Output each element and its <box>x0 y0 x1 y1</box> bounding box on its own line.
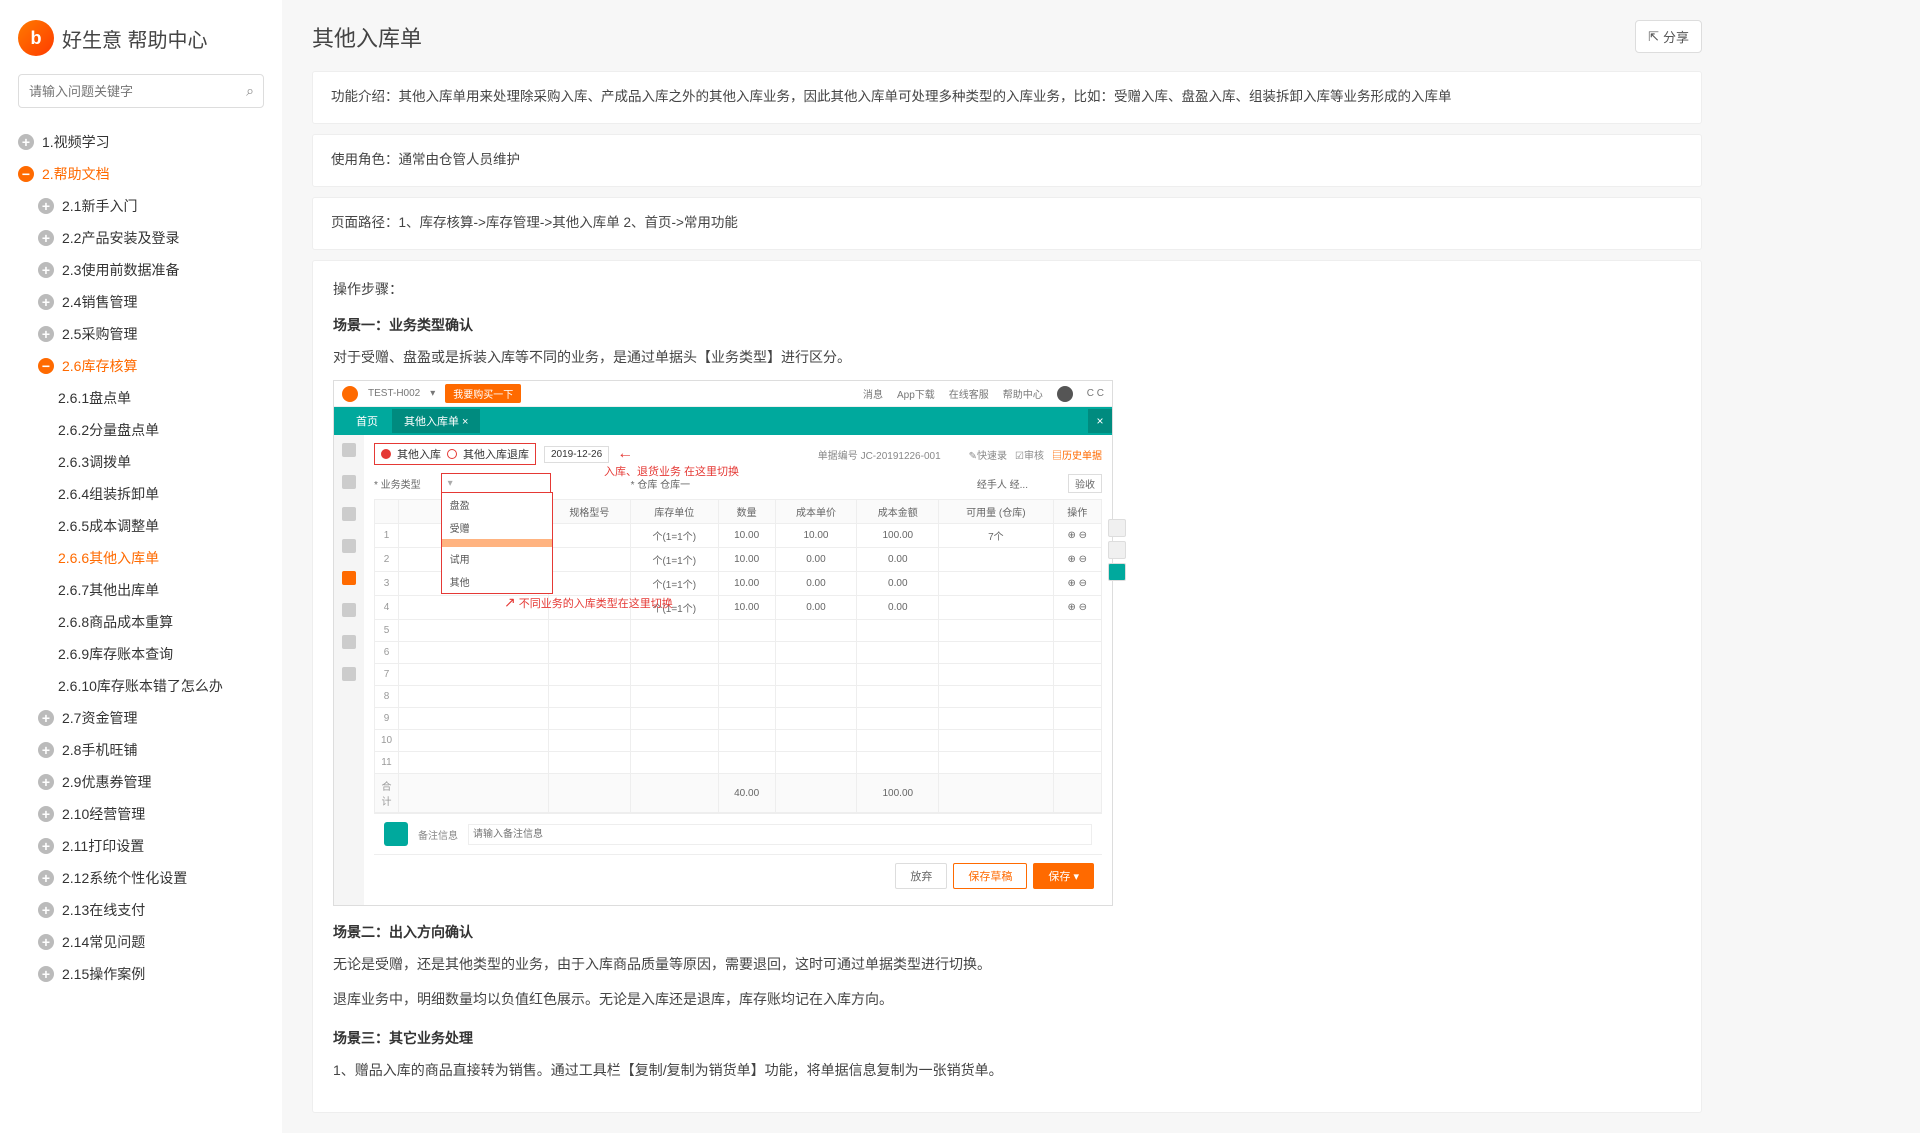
scene3-title: 场景三：其它业务处理 <box>333 1028 1681 1048</box>
nav: +1.视频学习 −2.帮助文档 +2.1新手入门 +2.2产品安装及登录 +2.… <box>18 126 264 990</box>
table-row: 10 <box>375 730 1102 752</box>
rail-icon-active <box>342 571 356 585</box>
nav-2-14[interactable]: +2.14常见问题 <box>18 926 264 958</box>
close-icon: × <box>1088 409 1112 433</box>
radio-icon <box>447 449 457 459</box>
scene2-body1: 无论是受赠，还是其他类型的业务，由于入库商品质量等原因，需要退回，这时可通过单据… <box>333 952 1681 977</box>
nav-2-6-4[interactable]: 2.6.4组装拆卸单 <box>18 478 264 510</box>
arrow-icon: ← <box>617 445 633 463</box>
nav-2-6-2[interactable]: 2.6.2分量盘点单 <box>18 414 264 446</box>
nav-2-6-10[interactable]: 2.6.10库存账本错了怎么办 <box>18 670 264 702</box>
logo-icon: b <box>18 20 54 56</box>
page-title: 其他入库单 <box>312 21 422 53</box>
nav-2-6-6[interactable]: 2.6.6其他入库单 <box>18 542 264 574</box>
nav-2-5[interactable]: +2.5采购管理 <box>18 318 264 350</box>
rail-icon <box>342 507 356 521</box>
table-row: 9 <box>375 708 1102 730</box>
nav-2-6-3[interactable]: 2.6.3调拨单 <box>18 446 264 478</box>
nav-help-docs[interactable]: −2.帮助文档 <box>18 158 264 190</box>
nav-2-6-1[interactable]: 2.6.1盘点单 <box>18 382 264 414</box>
draft-button: 保存草稿 <box>953 863 1027 889</box>
intro-box: 功能介绍：其他入库单用来处理除采购入库、产成品入库之外的其他入库业务，因此其他入… <box>312 71 1702 124</box>
table-row: 5 <box>375 620 1102 642</box>
sidebar: b 好生意 帮助中心 ⌕ +1.视频学习 −2.帮助文档 +2.1新手入门 +2… <box>0 0 282 1133</box>
table-row: 4个(1=1个)10.000.000.00⊕ ⊖ <box>375 596 1102 620</box>
content: 操作步骤： 场景一：业务类型确认 对于受赠、盘盈或是拆装入库等不同的业务，是通过… <box>312 260 1702 1113</box>
steps-label: 操作步骤： <box>333 279 1681 299</box>
mock-logo-icon <box>342 386 358 402</box>
tool-icon <box>1108 519 1126 537</box>
nav-2-6-8[interactable]: 2.6.8商品成本重算 <box>18 606 264 638</box>
tab-home: 首页 <box>344 409 390 433</box>
search: ⌕ <box>18 74 264 108</box>
rail-icon <box>342 475 356 489</box>
rail-icon <box>342 539 356 553</box>
nav-2-6[interactable]: −2.6库存核算 <box>18 350 264 382</box>
avatar-icon <box>1057 386 1073 402</box>
nav-2-13[interactable]: +2.13在线支付 <box>18 894 264 926</box>
remark-row: 备注信息 <box>374 813 1102 854</box>
main: 其他入库单 ⇱分享 功能介绍：其他入库单用来处理除采购入库、产成品入库之外的其他… <box>282 0 1732 1133</box>
rail-icon <box>342 635 356 649</box>
table-row: 7 <box>375 664 1102 686</box>
save-button: 保存 ▾ <box>1033 863 1094 889</box>
scene2-title: 场景二：出入方向确认 <box>333 922 1681 942</box>
rail-icon <box>342 603 356 617</box>
annotation: ↗ 不同业务的入库类型在这里切换 <box>504 594 673 611</box>
nav-2-1[interactable]: +2.1新手入门 <box>18 190 264 222</box>
app-title: 好生意 帮助中心 <box>62 24 208 53</box>
tool-icon <box>1108 541 1126 559</box>
logo: b 好生意 帮助中心 <box>18 20 264 56</box>
nav-2-15[interactable]: +2.15操作案例 <box>18 958 264 990</box>
table-row: 8 <box>375 686 1102 708</box>
scene3-body: 1、赠品入库的商品直接转为销售。通过工具栏【复制/复制为销货单】功能，将单据信息… <box>333 1058 1681 1083</box>
table-row: 11 <box>375 752 1102 774</box>
scene1-title: 场景一：业务类型确认 <box>333 315 1681 335</box>
table-row: 6 <box>375 642 1102 664</box>
search-input[interactable] <box>18 74 264 108</box>
radio-icon <box>381 449 391 459</box>
abandon-button: 放弃 <box>895 863 947 889</box>
trial-button: 我要购买一下 <box>445 384 521 403</box>
mock-rail <box>334 435 364 905</box>
mock-topbar: TEST-H002 ▾ 我要购买一下 消息 App下载 在线客服 帮助中心 C … <box>334 381 1112 407</box>
doc-type-switch: 其他入库 其他入库退库 <box>374 443 536 465</box>
nav-2-10[interactable]: +2.10经营管理 <box>18 798 264 830</box>
nav-2-11[interactable]: +2.11打印设置 <box>18 830 264 862</box>
tool-icon <box>1108 563 1126 581</box>
nav-2-9[interactable]: +2.9优惠券管理 <box>18 766 264 798</box>
side-tools <box>1108 519 1126 581</box>
search-icon[interactable]: ⌕ <box>246 83 254 100</box>
mock-tabs: 首页 其他入库单 × × <box>334 407 1112 435</box>
share-button[interactable]: ⇱分享 <box>1635 20 1702 53</box>
nav-2-4[interactable]: +2.4销售管理 <box>18 286 264 318</box>
rail-icon <box>342 667 356 681</box>
remark-icon <box>384 822 408 846</box>
nav-2-3[interactable]: +2.3使用前数据准备 <box>18 254 264 286</box>
nav-2-7[interactable]: +2.7资金管理 <box>18 702 264 734</box>
nav-2-6-9[interactable]: 2.6.9库存账本查询 <box>18 638 264 670</box>
nav-2-6-5[interactable]: 2.6.5成本调整单 <box>18 510 264 542</box>
mock-screenshot: TEST-H002 ▾ 我要购买一下 消息 App下载 在线客服 帮助中心 C … <box>333 380 1113 906</box>
msg-icon: 消息 <box>863 386 883 401</box>
scene2-body2: 退库业务中，明细数量均以负值红色展示。无论是入库还是退库，库存账均记在入库方向。 <box>333 987 1681 1012</box>
date-field: 2019-12-26 <box>544 446 609 463</box>
rail-icon <box>342 443 356 457</box>
role-box: 使用角色：通常由仓管人员维护 <box>312 134 1702 187</box>
nav-2-6-7[interactable]: 2.6.7其他出库单 <box>18 574 264 606</box>
total-row: 合计40.00100.00 <box>375 774 1102 813</box>
share-icon: ⇱ <box>1648 29 1659 45</box>
path-box: 页面路径：1、库存核算->库存管理->其他入库单 2、首页->常用功能 <box>312 197 1702 250</box>
nav-2-8[interactable]: +2.8手机旺铺 <box>18 734 264 766</box>
nav-video[interactable]: +1.视频学习 <box>18 126 264 158</box>
remark-input <box>468 824 1092 845</box>
nav-2-12[interactable]: +2.12系统个性化设置 <box>18 862 264 894</box>
tab-other-in: 其他入库单 × <box>392 409 480 433</box>
scene1-body: 对于受赠、盘盈或是拆装入库等不同的业务，是通过单据头【业务类型】进行区分。 <box>333 345 1681 370</box>
nav-2-2[interactable]: +2.2产品安装及登录 <box>18 222 264 254</box>
biz-type-dropdown: ▾ 盘盈 受赠 试用 其他 <box>441 473 551 493</box>
